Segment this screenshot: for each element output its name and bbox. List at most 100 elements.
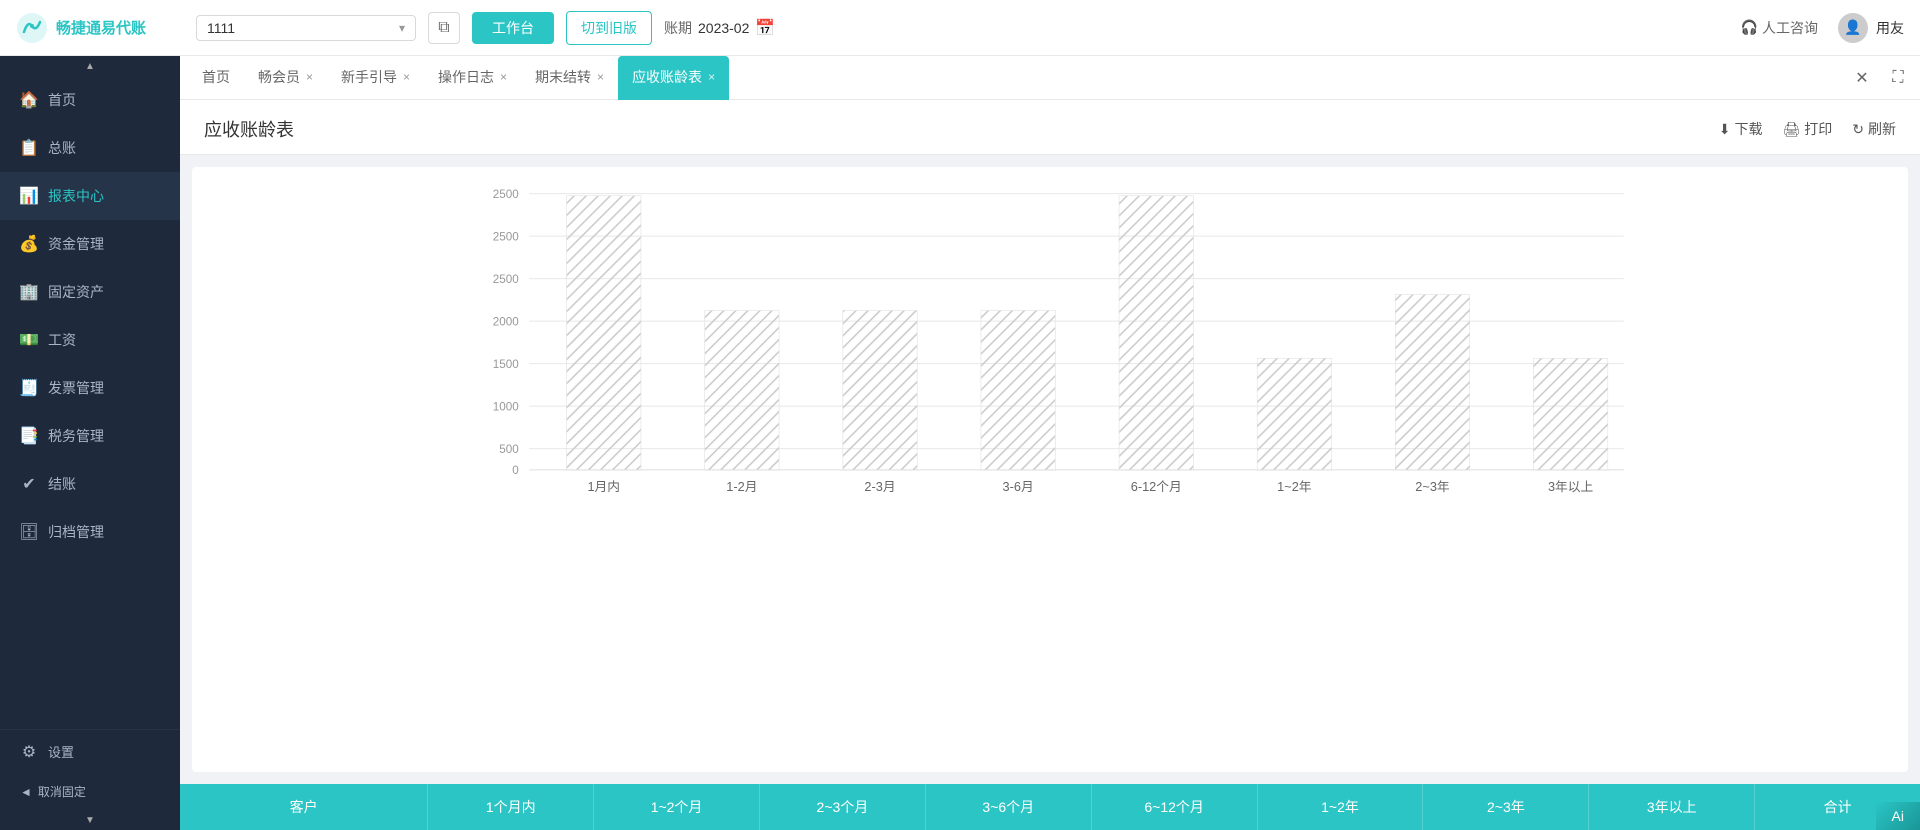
calendar-icon[interactable]: 📅 (755, 18, 775, 38)
sidebar-label-invoice: 发票管理 (48, 378, 104, 398)
assets-icon: 🏢 (20, 283, 38, 301)
chevron-down-icon: ▾ (399, 21, 405, 35)
svg-text:1500: 1500 (493, 358, 519, 371)
page-actions: ⬇ 下载 🖨 打印 ↻ 刷新 (1719, 119, 1896, 139)
main-layout: ▲ 🏠 首页 📋 总账 📊 报表中心 💰 资金管理 🏢 固定资产 💵 工资 🧾 … (0, 56, 1920, 830)
bar-chart: 2500 2500 2500 2000 1500 1000 500 0 (216, 183, 1884, 523)
svg-text:2-3月: 2-3月 (864, 479, 895, 494)
logo-area: 畅捷通易代账 (16, 12, 196, 44)
tabs-actions: ✕ ⛶ (1848, 64, 1912, 92)
salary-icon: 💵 (20, 331, 38, 349)
sidebar-item-archive[interactable]: 🗄 归档管理 (0, 508, 180, 556)
page-header: 应收账龄表 ⬇ 下载 🖨 打印 ↻ 刷新 (180, 100, 1920, 155)
tab-ar-aging[interactable]: 应收账龄表 × (618, 56, 729, 100)
logo-icon (16, 12, 48, 44)
ai-badge[interactable]: Ai (1876, 802, 1920, 830)
chart-wrapper: 2500 2500 2500 2000 1500 1000 500 0 (216, 183, 1884, 523)
tab-member[interactable]: 畅会员 × (244, 56, 327, 100)
sidebar-item-assets[interactable]: 🏢 固定资产 (0, 268, 180, 316)
period-label: 账期 (664, 18, 692, 38)
svg-text:2500: 2500 (493, 188, 519, 201)
copy-button[interactable]: ⧉ (428, 12, 460, 44)
table-header: 客户 1个月内 1~2个月 2~3个月 3~6个月 6~12个月 (180, 784, 1920, 830)
consult-button[interactable]: 🎧 人工咨询 (1741, 18, 1818, 38)
close-tab-button[interactable]: ✕ (1848, 64, 1876, 92)
col-customer: 客户 (180, 784, 428, 830)
tab-member-label: 畅会员 (258, 67, 300, 87)
svg-text:2~3年: 2~3年 (1415, 479, 1450, 494)
tab-guide[interactable]: 新手引导 × (327, 56, 424, 100)
header-center: 1111 ▾ ⧉ 工作台 切到旧版 账期 2023-02 📅 (196, 11, 1741, 45)
tab-member-close[interactable]: × (306, 71, 313, 83)
reports-icon: 📊 (20, 187, 38, 205)
tab-period-end[interactable]: 期末结转 × (521, 56, 618, 100)
download-icon: ⬇ (1719, 121, 1731, 138)
sidebar-label-salary: 工资 (48, 330, 76, 350)
tab-period-end-close[interactable]: × (597, 71, 604, 83)
refresh-icon: ↻ (1852, 121, 1864, 138)
tax-icon: 📑 (20, 427, 38, 445)
tab-ar-aging-close[interactable]: × (708, 71, 715, 83)
workbench-button[interactable]: 工作台 (472, 12, 554, 44)
download-button[interactable]: ⬇ 下载 (1719, 119, 1763, 139)
svg-text:6-12个月: 6-12个月 (1131, 479, 1182, 494)
tab-guide-close[interactable]: × (403, 71, 410, 83)
svg-text:2000: 2000 (493, 315, 519, 328)
print-button[interactable]: 🖨 打印 (1782, 119, 1832, 139)
sidebar-item-settings[interactable]: ⚙ 设置 (0, 730, 180, 773)
cancel-pin-button[interactable]: ◄ 取消固定 (0, 773, 180, 810)
sidebar-item-tax[interactable]: 📑 税务管理 (0, 412, 180, 460)
sidebar-label-reports: 报表中心 (48, 186, 104, 206)
period-area: 账期 2023-02 📅 (664, 18, 775, 38)
ledger-icon: 📋 (20, 139, 38, 157)
print-icon: 🖨 (1782, 121, 1800, 138)
header: 畅捷通易代账 1111 ▾ ⧉ 工作台 切到旧版 账期 2023-02 📅 🎧 … (0, 0, 1920, 56)
svg-text:1~2年: 1~2年 (1277, 479, 1312, 494)
sidebar-scroll-down[interactable]: ▼ (0, 810, 180, 830)
settings-icon: ⚙ (20, 743, 38, 761)
refresh-button[interactable]: ↻ 刷新 (1852, 119, 1896, 139)
svg-text:3-6月: 3-6月 (1003, 479, 1034, 494)
col-1-2year: 1~2年 (1258, 784, 1424, 830)
tab-guide-label: 新手引导 (341, 67, 397, 87)
sidebar-bottom: ⚙ 设置 ◄ 取消固定 (0, 729, 180, 810)
sidebar-item-funds[interactable]: 💰 资金管理 (0, 220, 180, 268)
consult-label: 人工咨询 (1762, 18, 1818, 38)
sidebar-item-invoice[interactable]: 🧾 发票管理 (0, 364, 180, 412)
sidebar-item-home[interactable]: 🏠 首页 (0, 76, 180, 124)
tab-home[interactable]: 首页 (188, 56, 244, 100)
cancel-pin-label: 取消固定 (38, 783, 86, 800)
user-area[interactable]: 👤 用友 (1838, 13, 1904, 43)
sidebar-label-ledger: 总账 (48, 138, 76, 158)
chart-container: 2500 2500 2500 2000 1500 1000 500 0 (192, 167, 1908, 772)
sidebar-label-funds: 资金管理 (48, 234, 104, 254)
sidebar-item-checkout[interactable]: ✔ 结账 (0, 460, 180, 508)
tab-oplog[interactable]: 操作日志 × (424, 56, 521, 100)
sidebar-scroll-up[interactable]: ▲ (0, 56, 180, 76)
download-label: 下载 (1734, 119, 1762, 139)
tab-oplog-close[interactable]: × (500, 71, 507, 83)
sidebar-label-home: 首页 (48, 90, 76, 110)
col-6-12month: 6~12个月 (1092, 784, 1258, 830)
svg-text:1月内: 1月内 (587, 479, 620, 494)
sidebar: ▲ 🏠 首页 📋 总账 📊 报表中心 💰 资金管理 🏢 固定资产 💵 工资 🧾 … (0, 56, 180, 830)
sidebar-item-salary[interactable]: 💵 工资 (0, 316, 180, 364)
home-icon: 🏠 (20, 91, 38, 109)
page-title: 应收账龄表 (204, 116, 294, 142)
content-area: 首页 畅会员 × 新手引导 × 操作日志 × 期末结转 × 应收账龄表 × (180, 56, 1920, 830)
tab-home-label: 首页 (202, 67, 230, 87)
svg-text:2500: 2500 (493, 230, 519, 243)
sidebar-item-reports[interactable]: 📊 报表中心 (0, 172, 180, 220)
switch-version-button[interactable]: 切到旧版 (566, 11, 652, 45)
svg-text:500: 500 (499, 443, 519, 456)
header-right: 🎧 人工咨询 👤 用友 (1741, 13, 1904, 43)
col-1-2month: 1~2个月 (594, 784, 760, 830)
company-select[interactable]: 1111 ▾ (196, 15, 416, 41)
avatar: 👤 (1838, 13, 1868, 43)
tab-oplog-label: 操作日志 (438, 67, 494, 87)
checkout-icon: ✔ (20, 475, 38, 493)
sidebar-item-ledger[interactable]: 📋 总账 (0, 124, 180, 172)
svg-text:3年以上: 3年以上 (1548, 479, 1594, 494)
col-2-3month: 2~3个月 (760, 784, 926, 830)
expand-tab-button[interactable]: ⛶ (1884, 64, 1912, 92)
